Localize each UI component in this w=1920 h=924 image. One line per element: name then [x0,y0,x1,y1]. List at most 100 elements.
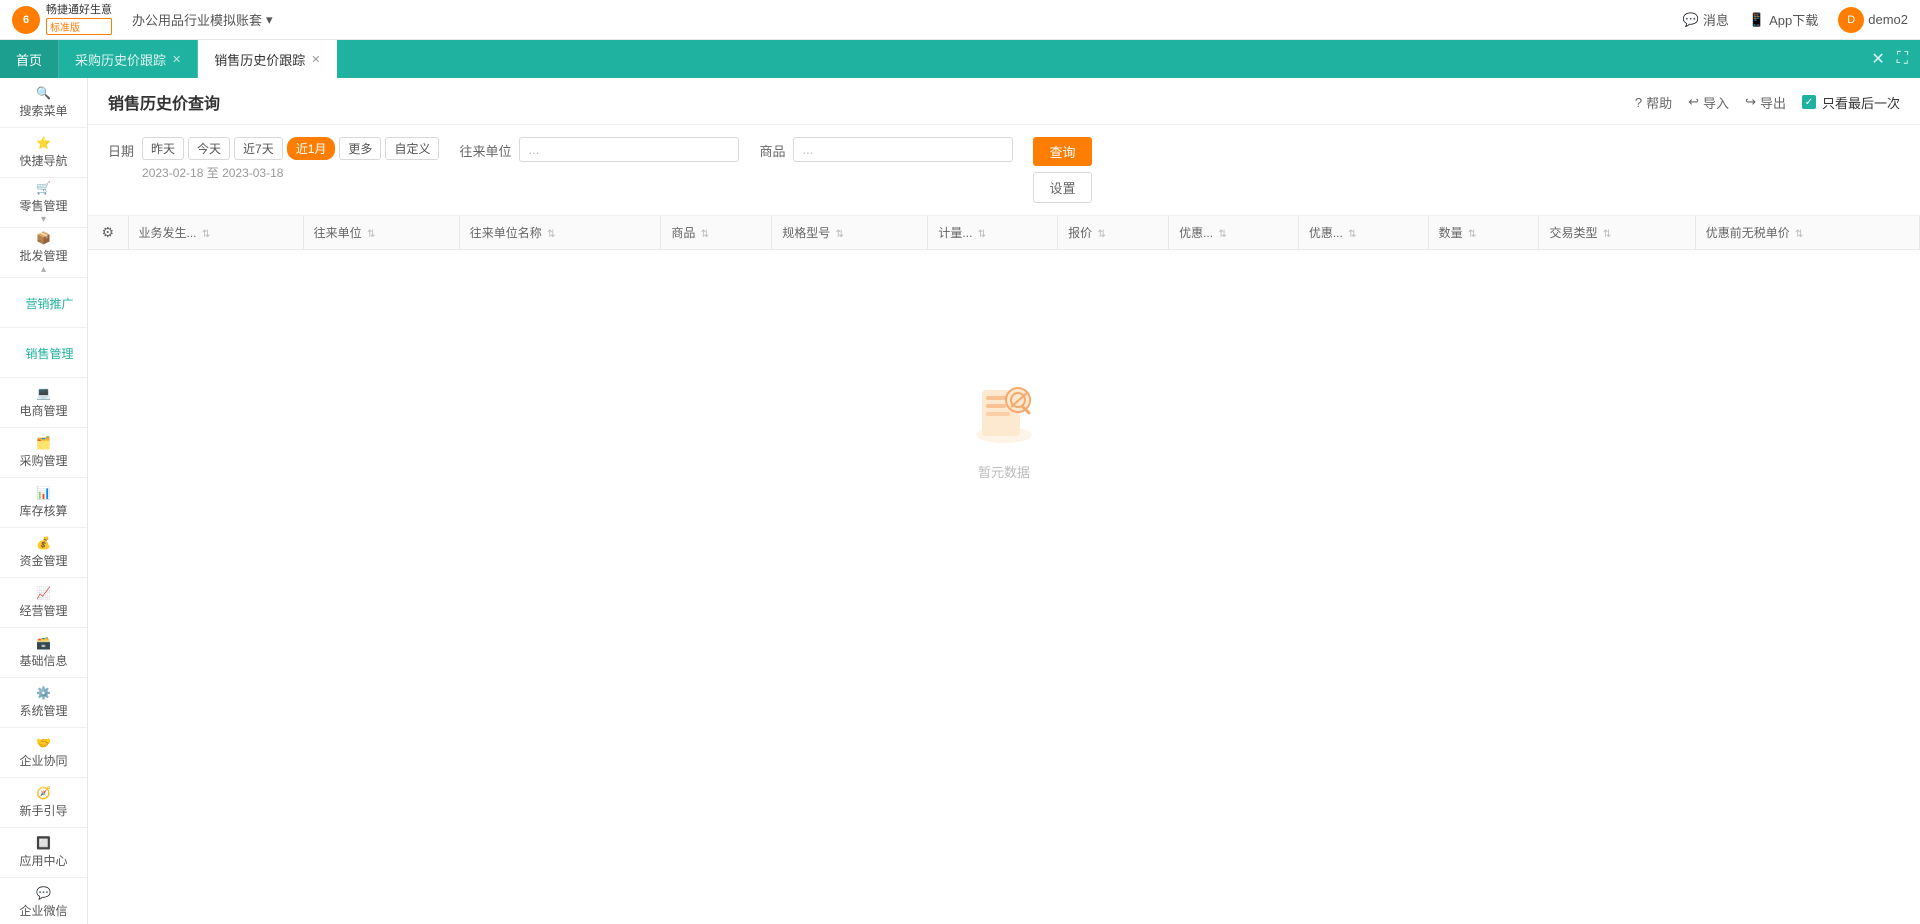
product-input[interactable]: ... [793,137,1013,162]
export-label: 导出 [1760,93,1786,112]
sidebar-item-finance[interactable]: 💰 资金管理 [0,528,87,578]
sort-icon: ⇅ [1603,229,1611,240]
gear-icon[interactable]: ⚙ [101,224,114,240]
product-label: 商品 [759,137,785,160]
table-col-partner-name[interactable]: 往来单位名称 ⇅ [459,216,661,250]
import-button[interactable]: ↩ 导入 [1688,93,1729,112]
table-col-pretax-price[interactable]: 优惠前无税单价 ⇅ [1695,216,1919,250]
sidebar-item-wechat[interactable]: 💬 企业微信 [0,878,87,924]
empty-svg [964,370,1044,450]
tab-sales-history[interactable]: 销售历史价跟踪 ✕ [198,40,337,78]
sidebar-item-app-center[interactable]: 🔲 应用中心 [0,828,87,878]
sidebar-item-enterprise[interactable]: 🤝 企业协同 [0,728,87,778]
partner-placeholder: ... [528,142,539,157]
close-all-tabs-button[interactable]: ✕ [1871,49,1884,69]
export-button[interactable]: ↪ 导出 [1745,93,1786,112]
sidebar-item-inventory[interactable]: 📊 库存核算 [0,478,87,528]
logo-icon: 6 [12,6,40,34]
logo-tag: 标准版 [46,18,112,35]
sidebar: 🔍 搜索菜单 ⭐ 快捷导航 🛒 零售管理 ▾ 📦 批发管理 ▴ 营销推广 销售管… [0,78,88,924]
query-button[interactable]: 查询 [1033,137,1091,166]
nav-icon: ⭐ [36,136,51,150]
settings-button[interactable]: 设置 [1033,172,1091,203]
tab-home[interactable]: 首页 [0,40,59,78]
product-filter-group: 商品 ... [759,137,1013,162]
date-btn-custom[interactable]: 自定义 [385,137,439,160]
sidebar-enterprise-label: 企业协同 [19,752,67,769]
main-layout: 🔍 搜索菜单 ⭐ 快捷导航 🛒 零售管理 ▾ 📦 批发管理 ▴ 营销推广 销售管… [0,78,1920,924]
user-profile[interactable]: D demo2 [1838,7,1908,33]
sort-icon: ⇅ [978,229,986,240]
sidebar-item-operations[interactable]: 📈 经营管理 [0,578,87,628]
table-col-unit[interactable]: 计量... ⇅ [928,216,1058,250]
sidebar-item-ecommerce[interactable]: 💻 电商管理 [0,378,87,428]
sidebar-item-purchase[interactable]: 🗂️ 采购管理 [0,428,87,478]
date-btn-1month[interactable]: 近1月 [287,137,336,160]
message-label: 消息 [1703,10,1729,29]
table-col-transaction-type[interactable]: 交易类型 ⇅ [1539,216,1695,250]
empty-illustration [964,370,1044,450]
table-col-discount2[interactable]: 优惠... ⇅ [1298,216,1428,250]
only-latest-toggle[interactable]: ✓ 只看最后一次 [1802,93,1900,112]
content-area: 销售历史价查询 ? 帮助 ↩ 导入 ↪ 导出 ✓ [88,78,1920,924]
tab-purchase-close[interactable]: ✕ [172,53,181,66]
chevron-down-icon: ▾ [41,214,46,225]
sidebar-item-retail[interactable]: 🛒 零售管理 ▾ [0,178,87,228]
sort-icon: ⇅ [547,229,555,240]
sort-icon: ⇅ [836,229,844,240]
date-btn-more[interactable]: 更多 [339,137,381,160]
empty-state: 暂元数据 [88,250,1920,601]
tab-purchase-label: 采购历史价跟踪 [75,50,166,69]
partner-input[interactable]: ... [519,137,739,162]
table-col-price[interactable]: 报价 ⇅ [1058,216,1169,250]
sidebar-item-quick-nav[interactable]: ⭐ 快捷导航 [0,128,87,178]
date-filter-group: 日期 昨天 今天 近7天 近1月 更多 自定义 2023-02-18 至 202… [108,137,439,181]
table-col-spec[interactable]: 规格型号 ⇅ [772,216,928,250]
chevron-down-icon: ▾ [266,12,273,28]
tab-sales-label: 销售历史价跟踪 [214,50,305,69]
import-icon: ↩ [1688,94,1699,110]
table-col-partner-id[interactable]: 往来单位 ⇅ [303,216,459,250]
sort-icon: ⇅ [701,229,709,240]
sidebar-guide-label: 新手引导 [19,802,67,819]
wechat-icon: 💬 [36,886,51,900]
data-table: ⚙ 业务发生... ⇅ 往来单位 ⇅ 往来单位名称 ⇅ 商品 ⇅ 规格型号 ⇅ … [88,216,1920,250]
sidebar-item-marketing[interactable]: 营销推广 [0,278,87,328]
table-col-discount1[interactable]: 优惠... ⇅ [1169,216,1299,250]
table-col-product[interactable]: 商品 ⇅ [661,216,772,250]
table-col-gear[interactable]: ⚙ [88,216,128,250]
sort-icon: ⇅ [1348,229,1356,240]
tab-sales-close[interactable]: ✕ [311,53,320,66]
table-col-date[interactable]: 业务发生... ⇅ [128,216,303,250]
app-download-button[interactable]: 📱 App下载 [1749,10,1818,29]
sidebar-item-basic[interactable]: 🗃️ 基础信息 [0,628,87,678]
filter-bar: 日期 昨天 今天 近7天 近1月 更多 自定义 2023-02-18 至 202… [88,125,1920,216]
message-button[interactable]: 💬 消息 [1683,10,1729,29]
page-header-actions: ? 帮助 ↩ 导入 ↪ 导出 ✓ 只看最后一次 [1635,93,1900,112]
sidebar-item-search[interactable]: 🔍 搜索菜单 [0,78,87,128]
page-title: 销售历史价查询 [108,90,220,114]
sidebar-item-system[interactable]: ⚙️ 系统管理 [0,678,87,728]
sort-icon: ⇅ [202,229,210,240]
logo-area: 6 畅捷通好生意 标准版 [12,4,112,34]
sidebar-item-guide[interactable]: 🧭 新手引导 [0,778,87,828]
date-filter-label: 日期 [108,137,134,160]
company-selector[interactable]: 办公用品行业模拟账套 ▾ [132,10,273,29]
sort-icon: ⇅ [1795,229,1803,240]
app-center-icon: 🔲 [36,836,51,850]
partner-label: 往来单位 [459,137,511,160]
sidebar-item-sales[interactable]: 销售管理 [0,328,87,378]
tab-purchase-history[interactable]: 采购历史价跟踪 ✕ [59,40,198,78]
sidebar-item-wholesale[interactable]: 📦 批发管理 ▴ [0,228,87,278]
date-btn-today[interactable]: 今天 [188,137,230,160]
table-container: ⚙ 业务发生... ⇅ 往来单位 ⇅ 往来单位名称 ⇅ 商品 ⇅ 规格型号 ⇅ … [88,216,1920,601]
help-button[interactable]: ? 帮助 [1635,93,1672,112]
date-btn-yesterday[interactable]: 昨天 [142,137,184,160]
date-btn-7days[interactable]: 近7天 [234,137,283,160]
basic-icon: 🗃️ [36,636,51,650]
only-latest-label: 只看最后一次 [1822,93,1900,112]
table-col-quantity[interactable]: 数量 ⇅ [1428,216,1539,250]
maximize-button[interactable]: ⛶ [1897,50,1908,68]
ecommerce-icon: 💻 [36,386,51,400]
top-bar: 6 畅捷通好生意 标准版 办公用品行业模拟账套 ▾ 💬 消息 📱 App下载 D… [0,0,1920,40]
